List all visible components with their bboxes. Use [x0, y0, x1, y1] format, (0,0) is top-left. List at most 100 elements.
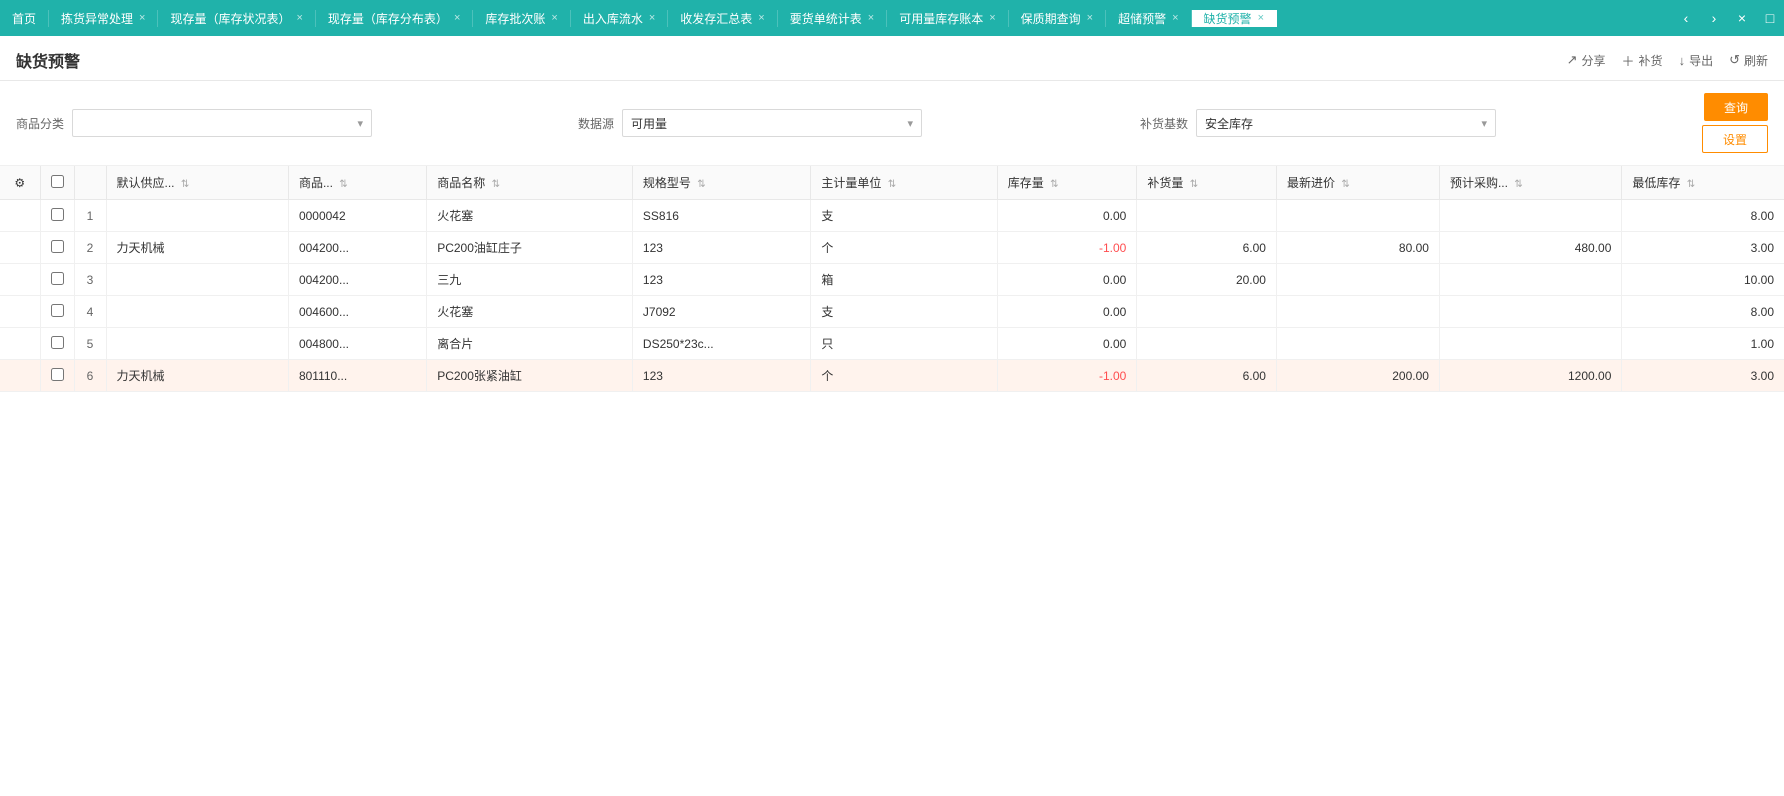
tab-close-overstock[interactable]: × — [1172, 12, 1178, 24]
col-spec[interactable]: 规格型号 ⇅ — [632, 166, 810, 200]
row-unit: 个 — [811, 232, 997, 264]
export-button[interactable]: ↓ 导出 — [1679, 52, 1714, 69]
table-row: 3 004200... 三九 123 箱 0.00 20.00 10.00 — [0, 264, 1784, 296]
col-min-stock[interactable]: 最低库存 ⇅ — [1622, 166, 1784, 200]
filter-actions: 查询 设置 — [1702, 93, 1768, 153]
tab-expiry[interactable]: 保质期查询× — [1009, 10, 1106, 27]
col-checkbox — [40, 166, 74, 200]
datasource-select[interactable]: 可用量 ▾ — [622, 109, 922, 137]
row-unit: 支 — [811, 200, 997, 232]
tab-available-ledger[interactable]: 可用量库存账本× — [887, 10, 1008, 27]
sort-name-icon: ⇅ — [492, 179, 500, 190]
col-estimated-purchase-label: 预计采购... — [1450, 176, 1508, 190]
sort-estimated-icon: ⇅ — [1514, 179, 1522, 190]
tab-next-btn[interactable]: › — [1700, 0, 1728, 36]
col-default-supplier[interactable]: 默认供应... ⇅ — [106, 166, 288, 200]
row-latest-price — [1276, 264, 1439, 296]
tab-overstock[interactable]: 超储预警× — [1106, 10, 1191, 27]
col-estimated-purchase[interactable]: 预计采购... ⇅ — [1439, 166, 1621, 200]
col-product-name[interactable]: 商品名称 ⇅ — [427, 166, 633, 200]
category-select[interactable]: ▾ — [72, 109, 372, 137]
table-container: ⚙ 默认供应... ⇅ 商品... ⇅ 商品名称 — [0, 166, 1784, 392]
row-min-stock: 3.00 — [1622, 360, 1784, 392]
col-latest-price-label: 最新进价 — [1287, 176, 1335, 190]
tab-close-exception[interactable]: × — [139, 12, 145, 24]
replenish-base-select[interactable]: 安全库存 ▾ — [1196, 109, 1496, 137]
category-chevron-icon: ▾ — [357, 117, 363, 130]
tab-home[interactable]: 首页 — [0, 10, 49, 27]
row-supplier: 力天机械 — [106, 360, 288, 392]
row-checkbox-cell — [40, 232, 74, 264]
tab-close-available-ledger[interactable]: × — [989, 12, 995, 24]
share-icon: ↗ — [1567, 52, 1578, 68]
col-latest-price[interactable]: 最新进价 ⇅ — [1276, 166, 1439, 200]
tab-close-expiry[interactable]: × — [1087, 12, 1093, 24]
row-product-code: 0000042 — [288, 200, 426, 232]
row-checkbox[interactable] — [51, 208, 64, 221]
row-estimated-purchase: 480.00 — [1439, 232, 1621, 264]
tab-batch[interactable]: 库存批次账× — [473, 10, 570, 27]
share-button[interactable]: ↗ 分享 — [1567, 52, 1606, 69]
tab-exception[interactable]: 拣货异常处理× — [49, 10, 158, 27]
row-latest-price: 200.00 — [1276, 360, 1439, 392]
col-unit[interactable]: 主计量单位 ⇅ — [811, 166, 997, 200]
tab-close-inout-flow[interactable]: × — [649, 12, 655, 24]
tab-close-btn[interactable]: × — [1728, 0, 1756, 36]
row-checkbox-cell — [40, 360, 74, 392]
row-checkbox[interactable] — [51, 272, 64, 285]
header-row: ⚙ 默认供应... ⇅ 商品... ⇅ 商品名称 — [0, 166, 1784, 200]
refresh-button[interactable]: ↺ 刷新 — [1729, 52, 1768, 69]
tab-close-order-stat[interactable]: × — [868, 12, 874, 24]
tab-inout-flow[interactable]: 出入库流水× — [571, 10, 668, 27]
tab-expand-btn[interactable]: □ — [1756, 0, 1784, 36]
query-button[interactable]: 查询 — [1704, 93, 1768, 121]
row-checkbox-cell — [40, 328, 74, 360]
gear-icon[interactable]: ⚙ — [14, 176, 25, 190]
row-spec: J7092 — [632, 296, 810, 328]
row-supplier — [106, 200, 288, 232]
col-product-code[interactable]: 商品... ⇅ — [288, 166, 426, 200]
row-checkbox[interactable] — [51, 304, 64, 317]
row-product-code: 004600... — [288, 296, 426, 328]
row-index: 6 — [74, 360, 106, 392]
row-checkbox[interactable] — [51, 368, 64, 381]
row-checkbox[interactable] — [51, 336, 64, 349]
page-title: 缺货预警 — [16, 48, 80, 72]
tab-close-stock-dist[interactable]: × — [454, 12, 460, 24]
tab-stock-status[interactable]: 现存量（库存状况表）× — [158, 10, 315, 27]
tab-stock-dist[interactable]: 现存量（库存分布表）× — [316, 10, 473, 27]
tab-close-collect-send[interactable]: × — [758, 12, 764, 24]
row-index: 5 — [74, 328, 106, 360]
row-checkbox[interactable] — [51, 240, 64, 253]
select-all-checkbox[interactable] — [51, 175, 64, 188]
row-spec: DS250*23c... — [632, 328, 810, 360]
tab-bar: 首页拣货异常处理×现存量（库存状况表）×现存量（库存分布表）×库存批次账×出入库… — [0, 0, 1784, 36]
tab-order-stat[interactable]: 要货单统计表× — [778, 10, 887, 27]
header-actions: ↗ 分享 ＋ 补货 ↓ 导出 ↺ 刷新 — [1567, 51, 1768, 70]
sort-unit-icon: ⇅ — [888, 179, 896, 190]
col-stock-qty[interactable]: 库存量 ⇅ — [997, 166, 1137, 200]
tab-collect-send[interactable]: 收发存汇总表× — [668, 10, 777, 27]
col-min-stock-label: 最低库存 — [1632, 176, 1680, 190]
row-spec: SS816 — [632, 200, 810, 232]
datasource-chevron-icon: ▾ — [907, 117, 913, 130]
col-replenish-qty[interactable]: 补货量 ⇅ — [1137, 166, 1277, 200]
col-product-code-label: 商品... — [299, 176, 333, 190]
replenish-label: 补货 — [1639, 52, 1663, 69]
row-product-name: 离合片 — [427, 328, 633, 360]
row-spec: 123 — [632, 360, 810, 392]
tab-close-batch[interactable]: × — [551, 12, 557, 24]
page-header: 缺货预警 ↗ 分享 ＋ 补货 ↓ 导出 ↺ 刷新 — [0, 36, 1784, 81]
row-product-name: PC200张紧油缸 — [427, 360, 633, 392]
row-replenish-qty: 20.00 — [1137, 264, 1277, 296]
col-stock-qty-label: 库存量 — [1008, 176, 1044, 190]
replenish-button[interactable]: ＋ 补货 — [1622, 51, 1663, 70]
row-min-stock: 10.00 — [1622, 264, 1784, 296]
tab-prev-btn[interactable]: ‹ — [1672, 0, 1700, 36]
tab-shortage[interactable]: 缺货预警× — [1192, 10, 1277, 27]
settings-button[interactable]: 设置 — [1702, 125, 1768, 153]
row-spec: 123 — [632, 232, 810, 264]
tab-close-stock-status[interactable]: × — [296, 12, 302, 24]
row-unit: 箱 — [811, 264, 997, 296]
tab-close-shortage[interactable]: × — [1258, 12, 1264, 24]
